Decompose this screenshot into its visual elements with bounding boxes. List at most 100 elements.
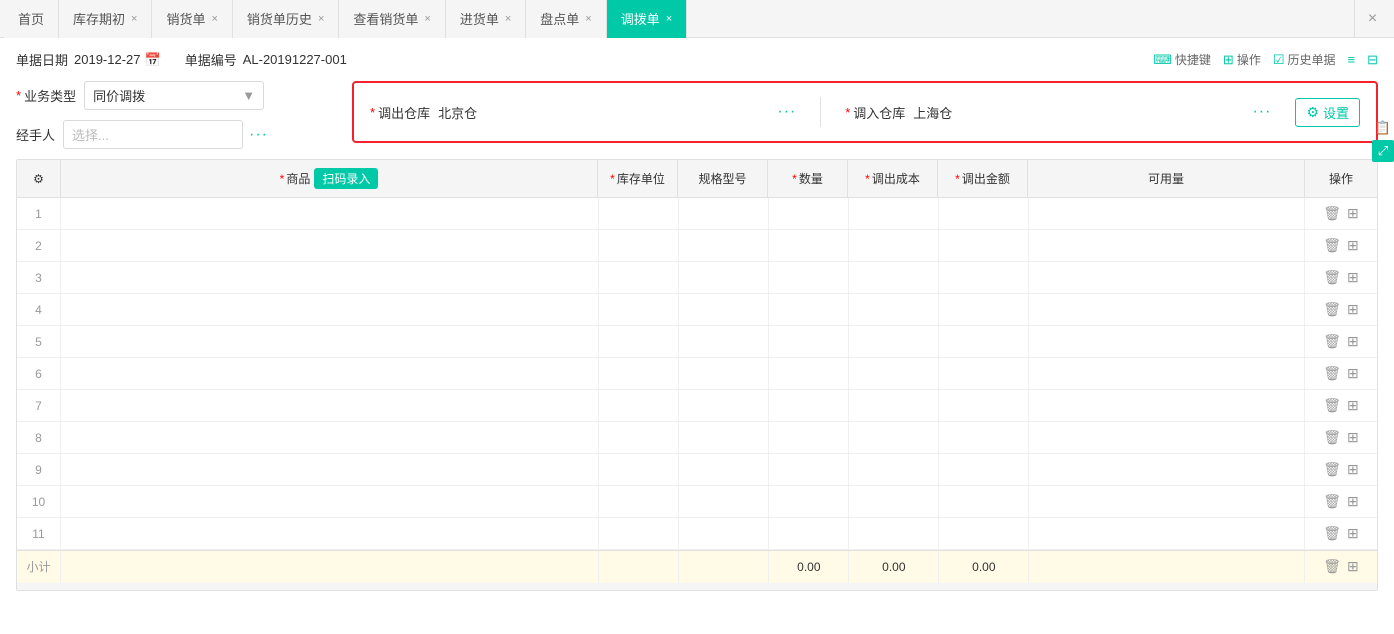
row-product-3[interactable]	[61, 262, 599, 294]
row-amount-9[interactable]	[939, 454, 1029, 486]
th-gear[interactable]: ⚙	[17, 160, 61, 198]
row-product-10[interactable]	[61, 486, 599, 518]
row-delete-icon-8[interactable]: 🗑	[1323, 429, 1341, 446]
row-spec-4[interactable]	[679, 294, 769, 326]
row-spec-2[interactable]	[679, 230, 769, 262]
menu-button[interactable]: ≡	[1348, 52, 1356, 67]
tab-transfer[interactable]: 调拨单 ×	[607, 0, 687, 38]
row-product-6[interactable]	[61, 358, 599, 390]
row-spec-9[interactable]	[679, 454, 769, 486]
row-delete-icon-11[interactable]: 🗑	[1323, 525, 1341, 542]
row-product-7[interactable]	[61, 390, 599, 422]
row-delete-icon-6[interactable]: 🗑	[1323, 365, 1341, 382]
row-delete-icon-7[interactable]: 🗑	[1323, 397, 1341, 414]
row-product-11[interactable]	[61, 518, 599, 550]
row-unit-2[interactable]	[599, 230, 679, 262]
tab-sales-order[interactable]: 销货单 ×	[152, 0, 232, 38]
operation-button[interactable]: ⊞ 操作	[1223, 51, 1261, 68]
row-qty-9[interactable]	[769, 454, 849, 486]
calendar-icon[interactable]: 📅	[145, 52, 161, 68]
row-cost-2[interactable]	[849, 230, 939, 262]
row-spec-11[interactable]	[679, 518, 769, 550]
close-tab-6[interactable]: ×	[585, 13, 591, 25]
row-unit-4[interactable]	[599, 294, 679, 326]
row-delete-icon-4[interactable]: 🗑	[1323, 301, 1341, 318]
row-cost-4[interactable]	[849, 294, 939, 326]
row-unit-9[interactable]	[599, 454, 679, 486]
row-delete-icon-1[interactable]: 🗑	[1323, 205, 1341, 222]
row-unit-8[interactable]	[599, 422, 679, 454]
row-delete-icon-2[interactable]: 🗑	[1323, 237, 1341, 254]
row-product-4[interactable]	[61, 294, 599, 326]
settings-button[interactable]: ⚙ 设置	[1295, 98, 1360, 127]
row-cost-1[interactable]	[849, 198, 939, 230]
scan-button[interactable]: 扫码录入	[314, 168, 378, 189]
row-product-5[interactable]	[61, 326, 599, 358]
row-unit-5[interactable]	[599, 326, 679, 358]
row-copy-icon-7[interactable]: ⊞	[1347, 397, 1359, 414]
row-qty-2[interactable]	[769, 230, 849, 262]
subtotal-copy-icon[interactable]: ⊞	[1347, 558, 1359, 575]
row-unit-3[interactable]	[599, 262, 679, 294]
row-product-8[interactable]	[61, 422, 599, 454]
biz-type-input[interactable]: 同价调拨 ▼	[84, 81, 264, 110]
row-cost-8[interactable]	[849, 422, 939, 454]
row-copy-icon-4[interactable]: ⊞	[1347, 301, 1359, 318]
tab-home[interactable]: 首页	[4, 0, 59, 38]
row-amount-4[interactable]	[939, 294, 1029, 326]
row-cost-3[interactable]	[849, 262, 939, 294]
row-amount-10[interactable]	[939, 486, 1029, 518]
row-unit-11[interactable]	[599, 518, 679, 550]
row-cost-6[interactable]	[849, 358, 939, 390]
row-qty-4[interactable]	[769, 294, 849, 326]
row-qty-1[interactable]	[769, 198, 849, 230]
row-product-2[interactable]	[61, 230, 599, 262]
subtotal-delete-icon[interactable]: 🗑	[1323, 558, 1341, 575]
close-tab-3[interactable]: ×	[318, 13, 324, 25]
row-delete-icon-9[interactable]: 🗑	[1323, 461, 1341, 478]
row-amount-8[interactable]	[939, 422, 1029, 454]
row-product-9[interactable]	[61, 454, 599, 486]
row-unit-1[interactable]	[599, 198, 679, 230]
row-cost-10[interactable]	[849, 486, 939, 518]
row-cost-5[interactable]	[849, 326, 939, 358]
row-spec-6[interactable]	[679, 358, 769, 390]
row-cost-11[interactable]	[849, 518, 939, 550]
handler-more-icon[interactable]: ···	[249, 126, 268, 144]
row-qty-10[interactable]	[769, 486, 849, 518]
row-delete-icon-10[interactable]: 🗑	[1323, 493, 1341, 510]
row-unit-6[interactable]	[599, 358, 679, 390]
row-amount-3[interactable]	[939, 262, 1029, 294]
close-tab-1[interactable]: ×	[131, 13, 137, 25]
tab-view-sales[interactable]: 查看销货单 ×	[339, 0, 445, 38]
row-spec-3[interactable]	[679, 262, 769, 294]
close-tab-7[interactable]: ×	[666, 13, 672, 25]
history-doc-button[interactable]: ☑ 历史单据	[1273, 51, 1336, 68]
sidebar-expand-icon[interactable]: ⤢	[1372, 140, 1394, 162]
row-spec-7[interactable]	[679, 390, 769, 422]
row-copy-icon-9[interactable]: ⊞	[1347, 461, 1359, 478]
shortcut-button[interactable]: ⌨ 快捷键	[1153, 51, 1211, 68]
handler-input[interactable]: 选择...	[63, 120, 243, 149]
row-amount-2[interactable]	[939, 230, 1029, 262]
row-spec-8[interactable]	[679, 422, 769, 454]
row-copy-icon-3[interactable]: ⊞	[1347, 269, 1359, 286]
row-spec-10[interactable]	[679, 486, 769, 518]
row-amount-11[interactable]	[939, 518, 1029, 550]
row-spec-1[interactable]	[679, 198, 769, 230]
row-amount-7[interactable]	[939, 390, 1029, 422]
tab-inventory[interactable]: 盘点单 ×	[526, 0, 606, 38]
row-qty-6[interactable]	[769, 358, 849, 390]
row-qty-3[interactable]	[769, 262, 849, 294]
row-amount-5[interactable]	[939, 326, 1029, 358]
close-tab-4[interactable]: ×	[424, 13, 430, 25]
row-qty-11[interactable]	[769, 518, 849, 550]
row-amount-1[interactable]	[939, 198, 1029, 230]
row-product-1[interactable]	[61, 198, 599, 230]
row-qty-5[interactable]	[769, 326, 849, 358]
row-amount-6[interactable]	[939, 358, 1029, 390]
tab-inventory-init[interactable]: 库存期初 ×	[59, 0, 152, 38]
row-qty-7[interactable]	[769, 390, 849, 422]
sidebar-doc-icon[interactable]: 📋	[1373, 118, 1393, 138]
row-delete-icon-3[interactable]: 🗑	[1323, 269, 1341, 286]
